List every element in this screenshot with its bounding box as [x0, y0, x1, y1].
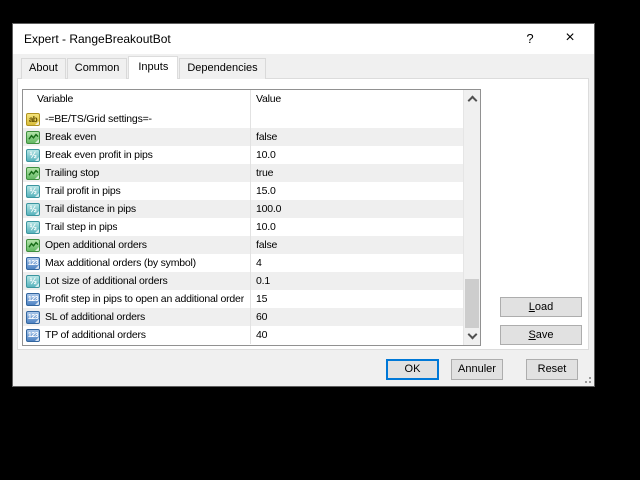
variable-label: Open additional orders [45, 239, 147, 251]
inputs-tab-panel: Variable Value ab -=BE/TS/Grid settings=… [17, 78, 589, 350]
table-row[interactable]: 123 Profit step in pips to open an addit… [23, 290, 480, 308]
variable-cell: Open additional orders [23, 236, 250, 254]
integer-type-icon: 123 [26, 310, 40, 324]
variable-label: Break even [45, 131, 97, 143]
value-cell[interactable]: 4 [250, 254, 480, 272]
table-row[interactable]: ½ Trail distance in pips 100.0 [23, 200, 480, 218]
scrollbar-thumb[interactable] [465, 279, 479, 328]
variable-cell: ½ Break even profit in pips [23, 146, 250, 164]
tab-about[interactable]: About [21, 58, 66, 79]
table-header-row: Variable Value [23, 90, 480, 111]
window-title: Expert - RangeBreakoutBot [24, 32, 171, 46]
table-row[interactable]: Trailing stop true [23, 164, 480, 182]
value-cell[interactable]: 15 [250, 290, 480, 308]
reset-button[interactable]: Reset [526, 359, 578, 380]
close-icon[interactable]: × [554, 24, 586, 54]
table-row[interactable]: ab -=BE/TS/Grid settings=- [23, 110, 480, 128]
variable-label: Trail profit in pips [45, 185, 121, 197]
value-cell[interactable]: false [250, 128, 480, 146]
table-row[interactable]: ½ Lot size of additional orders 0.1 [23, 272, 480, 290]
variable-label: TP of additional orders [45, 329, 146, 341]
save-button[interactable]: Save [500, 325, 582, 345]
variable-label: SL of additional orders [45, 311, 146, 323]
tab-bar: About Common Inputs Dependencies [21, 56, 267, 79]
double-type-icon: ½ [26, 220, 40, 234]
variable-cell: Break even [23, 128, 250, 146]
value-cell[interactable]: 10.0 [250, 218, 480, 236]
double-type-icon: ½ [26, 148, 40, 162]
variable-cell: 123 Profit step in pips to open an addit… [23, 290, 250, 308]
variable-label: Trail distance in pips [45, 203, 136, 215]
variable-cell: ½ Trail step in pips [23, 218, 250, 236]
variable-label: Break even profit in pips [45, 149, 153, 161]
table-row[interactable]: Break even false [23, 128, 480, 146]
variable-cell: ab -=BE/TS/Grid settings=- [23, 110, 250, 128]
table-row[interactable]: ½ Trail profit in pips 15.0 [23, 182, 480, 200]
string-type-icon: ab [26, 112, 40, 126]
double-type-icon: ½ [26, 274, 40, 288]
value-cell[interactable]: 60 [250, 308, 480, 326]
table-row[interactable]: 123 TP of additional orders 40 [23, 326, 480, 344]
cancel-button[interactable]: Annuler [451, 359, 503, 380]
integer-type-icon: 123 [26, 328, 40, 342]
variable-cell: ½ Lot size of additional orders [23, 272, 250, 290]
variable-label: Trail step in pips [45, 221, 118, 233]
variable-cell: Trailing stop [23, 164, 250, 182]
table-body: ab -=BE/TS/Grid settings=- Break even fa… [23, 110, 480, 345]
variable-cell: 123 TP of additional orders [23, 326, 250, 344]
desktop-background: Expert - RangeBreakoutBot ? × About Comm… [0, 0, 640, 480]
variable-cell: ½ Trail profit in pips [23, 182, 250, 200]
double-type-icon: ½ [26, 202, 40, 216]
load-button[interactable]: Load [500, 297, 582, 317]
variable-cell: 123 Max additional orders (by symbol) [23, 254, 250, 272]
help-button[interactable]: ? [514, 24, 546, 54]
value-cell[interactable]: false [250, 236, 480, 254]
variable-label: -=BE/TS/Grid settings=- [45, 113, 152, 125]
variable-cell: 123 SL of additional orders [23, 308, 250, 326]
value-cell[interactable]: 15.0 [250, 182, 480, 200]
boolean-chart-icon [26, 130, 40, 144]
variable-label: Max additional orders (by symbol) [45, 257, 196, 269]
table-row[interactable]: 123 SL of additional orders 60 [23, 308, 480, 326]
value-cell[interactable]: 10.0 [250, 146, 480, 164]
value-cell[interactable]: 0.1 [250, 272, 480, 290]
variable-label: Lot size of additional orders [45, 275, 168, 287]
scroll-down-icon[interactable] [464, 328, 480, 345]
title-bar[interactable]: Expert - RangeBreakoutBot ? × [13, 24, 594, 54]
scroll-up-icon[interactable] [464, 90, 480, 107]
table-row[interactable]: 123 Max additional orders (by symbol) 4 [23, 254, 480, 272]
table-row[interactable]: ½ Trail step in pips 10.0 [23, 218, 480, 236]
value-cell[interactable]: 40 [250, 326, 480, 344]
integer-type-icon: 123 [26, 292, 40, 306]
double-type-icon: ½ [26, 184, 40, 198]
tab-inputs[interactable]: Inputs [128, 56, 179, 79]
value-cell[interactable]: 100.0 [250, 200, 480, 218]
column-header-value: Value [250, 90, 480, 110]
ok-button[interactable]: OK [386, 359, 439, 380]
variable-cell: ½ Trail distance in pips [23, 200, 250, 218]
tab-dependencies[interactable]: Dependencies [179, 58, 266, 79]
column-header-variable: Variable [37, 93, 74, 105]
inputs-table: Variable Value ab -=BE/TS/Grid settings=… [22, 89, 481, 346]
value-cell[interactable] [250, 110, 480, 128]
table-row[interactable]: Open additional orders false [23, 236, 480, 254]
tab-common[interactable]: Common [66, 58, 128, 79]
vertical-scrollbar[interactable] [463, 90, 480, 345]
integer-type-icon: 123 [26, 256, 40, 270]
value-cell[interactable]: true [250, 164, 480, 182]
boolean-chart-icon [26, 166, 40, 180]
variable-label: Profit step in pips to open an additiona… [45, 293, 244, 305]
variable-label: Trailing stop [45, 167, 100, 179]
resize-grip[interactable] [583, 375, 591, 383]
table-row[interactable]: ½ Break even profit in pips 10.0 [23, 146, 480, 164]
boolean-chart-icon [26, 238, 40, 252]
expert-properties-dialog: Expert - RangeBreakoutBot ? × About Comm… [12, 23, 595, 387]
